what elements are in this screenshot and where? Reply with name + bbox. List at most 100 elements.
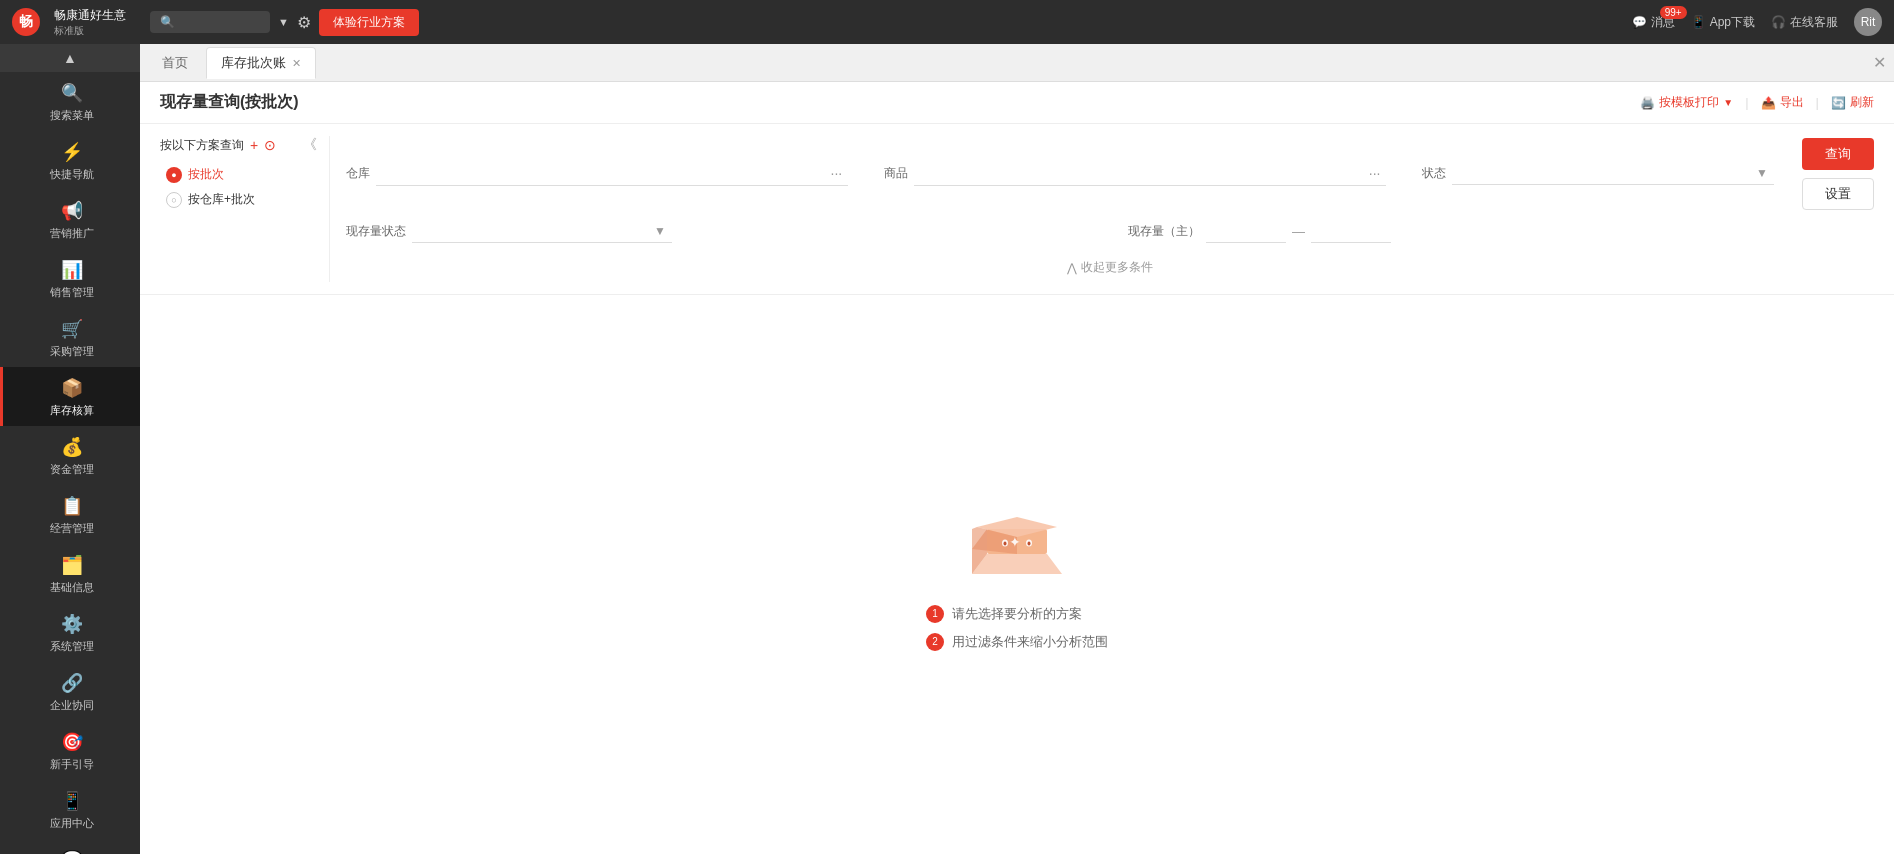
top-bar-right: 💬 消息 99+ 📱 App下载 🎧 在线客服 Rit bbox=[1632, 8, 1882, 36]
message-badge: 99+ bbox=[1660, 6, 1687, 19]
filter-row-2: 现存量状态 ▼ 现存量（主） bbox=[346, 220, 1874, 243]
stock-qty-max-input[interactable] bbox=[1311, 220, 1391, 243]
stock-qty-label: 现存量（主） bbox=[1128, 223, 1200, 240]
sidebar-item-app-center[interactable]: 📱 应用中心 bbox=[0, 780, 140, 839]
nav-dropdown-icon[interactable]: ▼ bbox=[278, 16, 289, 28]
tip-num-1: 1 bbox=[926, 605, 944, 623]
sidebar: ▲ 🔍 搜索菜单 ⚡ 快捷导航 📢 营销推广 📊 销售管理 🛒 采购管理 📦 库… bbox=[0, 44, 140, 854]
filter-status: 状态 ▼ bbox=[1422, 162, 1774, 185]
app-download-btn[interactable]: 📱 App下载 bbox=[1691, 14, 1755, 31]
content-area: 首页 库存批次账 ✕ ✕ 现存量查询(按批次) 🖨️ 按模板打印 ▼ | bbox=[140, 44, 1894, 854]
stock-status-dropdown[interactable]: ▼ bbox=[654, 224, 666, 238]
scheme-panel: 按以下方案查询 + ⊙ 《 ● 按批次 ○ 按仓库+批次 bbox=[160, 136, 330, 282]
messages-btn[interactable]: 💬 消息 99+ bbox=[1632, 14, 1675, 31]
goods-dots[interactable]: ··· bbox=[1369, 165, 1381, 181]
sales-icon: 📊 bbox=[61, 259, 83, 281]
sidebar-item-enterprise-collab[interactable]: 🔗 企业协同 bbox=[0, 662, 140, 721]
empty-tip-2: 2 用过滤条件来缩小分析范围 bbox=[926, 633, 1108, 651]
tab-close-icon[interactable]: ✕ bbox=[292, 57, 301, 70]
tab-batch-account[interactable]: 库存批次账 ✕ bbox=[206, 47, 316, 79]
main-layout: ▲ 🔍 搜索菜单 ⚡ 快捷导航 📢 营销推广 📊 销售管理 🛒 采购管理 📦 库… bbox=[0, 44, 1894, 854]
refresh-btn[interactable]: 🔄 刷新 bbox=[1831, 94, 1874, 111]
search-menu-icon: 🔍 bbox=[61, 82, 83, 104]
empty-illustration: ✦ bbox=[967, 499, 1067, 589]
sidebar-scroll-up[interactable]: ▲ bbox=[0, 44, 140, 72]
sidebar-item-sales[interactable]: 📊 销售管理 bbox=[0, 249, 140, 308]
company-name: 畅康通好生意 bbox=[54, 7, 126, 24]
top-nav: 🔍 ▼ ⚙ 体验行业方案 bbox=[150, 9, 1624, 36]
app-version: 标准版 bbox=[54, 24, 126, 38]
online-service-btn[interactable]: 🎧 在线客服 bbox=[1771, 14, 1838, 31]
filter-settings-btn[interactable]: 设置 bbox=[1802, 178, 1874, 210]
goods-label: 商品 bbox=[884, 165, 908, 182]
sidebar-item-basic-info[interactable]: 🗂️ 基础信息 bbox=[0, 544, 140, 603]
tab-bar: 首页 库存批次账 ✕ ✕ bbox=[140, 44, 1894, 82]
purchase-icon: 🛒 bbox=[61, 318, 83, 340]
filter-warehouse: 仓库 ··· bbox=[346, 161, 848, 186]
tab-home[interactable]: 首页 bbox=[148, 47, 202, 79]
sidebar-item-quick-nav[interactable]: ⚡ 快捷导航 bbox=[0, 131, 140, 190]
sidebar-item-guide[interactable]: 🎯 新手引导 bbox=[0, 721, 140, 780]
trial-btn[interactable]: 体验行业方案 bbox=[319, 9, 419, 36]
scheme-add-btn[interactable]: + bbox=[250, 137, 258, 153]
collab-icon: 🔗 bbox=[61, 672, 83, 694]
query-btn[interactable]: 查询 bbox=[1802, 138, 1874, 170]
filter-goods: 商品 ··· bbox=[884, 161, 1386, 186]
empty-state: ✦ 1 请先选择要分析的方案 2 用过滤条件来缩小分析范围 bbox=[140, 295, 1894, 854]
page-content: 现存量查询(按批次) 🖨️ 按模板打印 ▼ | 📤 导出 | 🔄 bbox=[140, 82, 1894, 854]
marketing-icon: 📢 bbox=[61, 200, 83, 222]
svg-text:✦: ✦ bbox=[1009, 534, 1021, 550]
tip-num-2: 2 bbox=[926, 633, 944, 651]
filter-actions: 查询 设置 bbox=[1802, 136, 1874, 210]
scheme-item-batch[interactable]: ● 按批次 bbox=[160, 162, 317, 187]
scheme-item-warehouse-batch[interactable]: ○ 按仓库+批次 bbox=[160, 187, 317, 212]
export-btn[interactable]: 📤 导出 bbox=[1761, 94, 1804, 111]
sidebar-item-purchase[interactable]: 🛒 采购管理 bbox=[0, 308, 140, 367]
quick-nav-icon: ⚡ bbox=[61, 141, 83, 163]
scheme-title: 按以下方案查询 + ⊙ 《 bbox=[160, 136, 317, 154]
settings-icon[interactable]: ⚙ bbox=[297, 13, 311, 32]
sidebar-item-finance[interactable]: 💰 资金管理 bbox=[0, 426, 140, 485]
scheme-collapse-btn[interactable]: 《 bbox=[303, 136, 317, 154]
empty-tips: 1 请先选择要分析的方案 2 用过滤条件来缩小分析范围 bbox=[926, 605, 1108, 651]
print-template-btn[interactable]: 🖨️ 按模板打印 ▼ bbox=[1640, 94, 1733, 111]
status-dropdown-icon[interactable]: ▼ bbox=[1756, 166, 1768, 180]
filter-row-1: 仓库 ··· 商品 ··· bbox=[346, 136, 1874, 210]
top-search-box[interactable]: 🔍 bbox=[150, 11, 270, 33]
finance-icon: 💰 bbox=[61, 436, 83, 458]
headset-icon: 🎧 bbox=[1771, 15, 1786, 29]
filter-stock-status: 现存量状态 ▼ bbox=[346, 220, 1092, 243]
refresh-icon: 🔄 bbox=[1831, 96, 1846, 110]
scheme-settings-btn[interactable]: ⊙ bbox=[264, 137, 276, 153]
chevron-up-icon: ⋀ bbox=[1067, 261, 1077, 275]
warehouse-dots[interactable]: ··· bbox=[831, 165, 843, 181]
page-title: 现存量查询(按批次) bbox=[160, 92, 299, 113]
sidebar-item-inventory[interactable]: 📦 库存核算 bbox=[0, 367, 140, 426]
action-divider-1: | bbox=[1745, 95, 1748, 110]
sidebar-item-wechat[interactable]: 💬 企业微信 bbox=[0, 839, 140, 854]
print-dropdown-icon[interactable]: ▼ bbox=[1723, 97, 1733, 108]
range-dash: — bbox=[1292, 224, 1305, 239]
message-icon: 💬 bbox=[1632, 15, 1647, 29]
wechat-icon: 💬 bbox=[61, 849, 83, 854]
avatar[interactable]: Rit bbox=[1854, 8, 1882, 36]
sidebar-item-marketing[interactable]: 📢 营销推广 bbox=[0, 190, 140, 249]
empty-tip-1: 1 请先选择要分析的方案 bbox=[926, 605, 1108, 623]
sidebar-item-search[interactable]: 🔍 搜索菜单 bbox=[0, 72, 140, 131]
collapse-more-btn[interactable]: ⋀ 收起更多条件 bbox=[346, 253, 1874, 282]
sidebar-item-system[interactable]: ⚙️ 系统管理 bbox=[0, 603, 140, 662]
sidebar-item-operations[interactable]: 📋 经营管理 bbox=[0, 485, 140, 544]
tab-close-all-icon[interactable]: ✕ bbox=[1873, 53, 1886, 72]
stock-qty-min-input[interactable] bbox=[1206, 220, 1286, 243]
filter-stock-qty: 现存量（主） — bbox=[1128, 220, 1874, 243]
basic-info-icon: 🗂️ bbox=[61, 554, 83, 576]
svg-point-8 bbox=[1004, 541, 1007, 545]
top-bar: 畅 畅康通好生意 标准版 🔍 ▼ ⚙ 体验行业方案 💬 消息 99+ 📱 App… bbox=[0, 0, 1894, 44]
app-logo: 畅 bbox=[12, 8, 40, 36]
guide-icon: 🎯 bbox=[61, 731, 83, 753]
export-icon: 📤 bbox=[1761, 96, 1776, 110]
page-header: 现存量查询(按批次) 🖨️ 按模板打印 ▼ | 📤 导出 | 🔄 bbox=[140, 82, 1894, 124]
scheme-active-dot: ● bbox=[166, 167, 182, 183]
stock-status-label: 现存量状态 bbox=[346, 223, 406, 240]
search-icon: 🔍 bbox=[160, 15, 175, 29]
